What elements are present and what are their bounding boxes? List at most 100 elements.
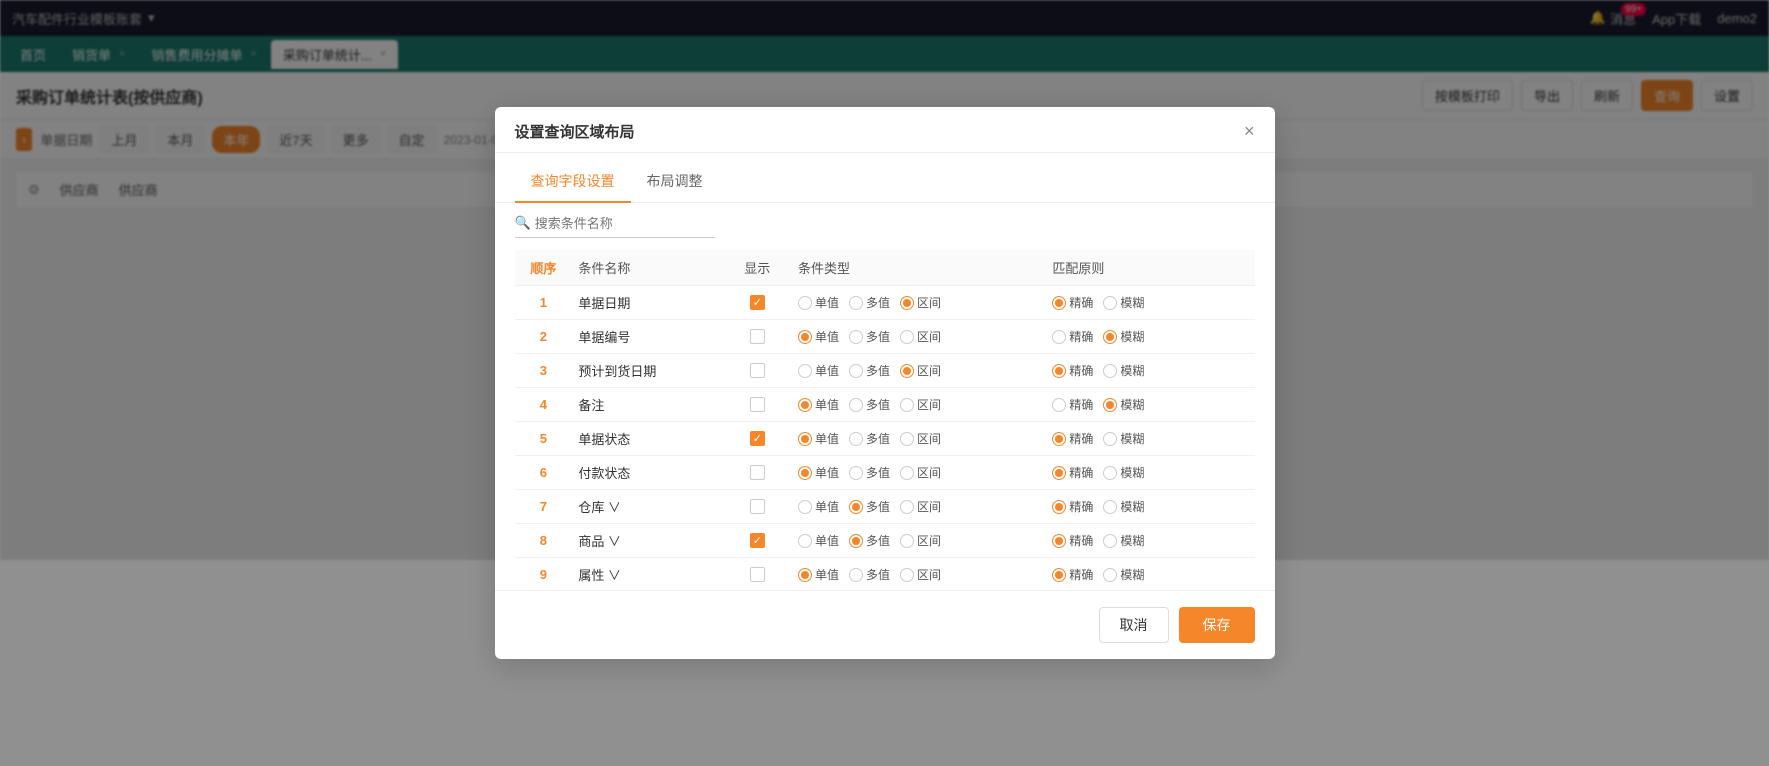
- type-radio-type_multi[interactable]: 多值: [849, 396, 890, 413]
- row-match[interactable]: 精确模糊: [1046, 490, 1254, 524]
- th-order: 顺序: [515, 250, 573, 286]
- row-name: 商品 ∨: [572, 524, 722, 558]
- show-checkbox[interactable]: [750, 397, 765, 412]
- row-order: 3: [515, 354, 573, 388]
- match-radio-match_fuzzy[interactable]: 模糊: [1103, 294, 1144, 311]
- match-radio-match_fuzzy[interactable]: 模糊: [1103, 362, 1144, 379]
- show-checkbox[interactable]: [750, 329, 765, 344]
- row-name: 属性 ∨: [572, 558, 722, 591]
- type-radio-type_range[interactable]: 区间: [900, 362, 941, 379]
- row-show[interactable]: [723, 524, 792, 558]
- cancel-button[interactable]: 取消: [1099, 607, 1169, 643]
- match-radio-match_exact[interactable]: 精确: [1052, 498, 1093, 515]
- row-match[interactable]: 精确模糊: [1046, 422, 1254, 456]
- type-radio-type_range[interactable]: 区间: [900, 532, 941, 549]
- type-radio-type_range[interactable]: 区间: [900, 294, 941, 311]
- row-show[interactable]: [723, 320, 792, 354]
- match-radio-match_fuzzy[interactable]: 模糊: [1103, 396, 1144, 413]
- modal-tab-fields[interactable]: 查询字段设置: [515, 165, 631, 203]
- match-radio-match_exact[interactable]: 精确: [1052, 566, 1093, 583]
- row-match[interactable]: 精确模糊: [1046, 320, 1254, 354]
- type-radio-type_multi[interactable]: 多值: [849, 328, 890, 345]
- show-checkbox[interactable]: [750, 567, 765, 582]
- type-radio-type_multi[interactable]: 多值: [849, 430, 890, 447]
- show-checkbox[interactable]: [750, 295, 765, 310]
- modal-tab-layout[interactable]: 布局调整: [631, 165, 719, 203]
- row-match[interactable]: 精确模糊: [1046, 286, 1254, 320]
- match-radio-match_exact[interactable]: 精确: [1052, 532, 1093, 549]
- type-radio-type_single[interactable]: 单值: [798, 362, 839, 379]
- th-show: 显示: [723, 250, 792, 286]
- type-radio-type_range[interactable]: 区间: [900, 430, 941, 447]
- row-show[interactable]: [723, 286, 792, 320]
- type-radio-type_single[interactable]: 单值: [798, 328, 839, 345]
- search-icon: 🔍: [515, 215, 531, 231]
- type-radio-type_single[interactable]: 单值: [798, 498, 839, 515]
- type-radio-type_multi[interactable]: 多值: [849, 532, 890, 549]
- row-type[interactable]: 单值多值区间: [792, 558, 1046, 591]
- row-type[interactable]: 单值多值区间: [792, 456, 1046, 490]
- match-radio-match_fuzzy[interactable]: 模糊: [1103, 464, 1144, 481]
- type-radio-type_single[interactable]: 单值: [798, 430, 839, 447]
- show-checkbox[interactable]: [750, 363, 765, 378]
- row-type[interactable]: 单值多值区间: [792, 354, 1046, 388]
- show-checkbox[interactable]: [750, 533, 765, 548]
- match-radio-match_exact[interactable]: 精确: [1052, 328, 1093, 345]
- row-type[interactable]: 单值多值区间: [792, 388, 1046, 422]
- type-radio-type_single[interactable]: 单值: [798, 294, 839, 311]
- type-radio-type_single[interactable]: 单值: [798, 566, 839, 583]
- row-match[interactable]: 精确模糊: [1046, 524, 1254, 558]
- match-radio-match_fuzzy[interactable]: 模糊: [1103, 532, 1144, 549]
- row-name: 单据状态: [572, 422, 722, 456]
- row-type[interactable]: 单值多值区间: [792, 320, 1046, 354]
- type-radio-type_single[interactable]: 单值: [798, 464, 839, 481]
- type-radio-type_range[interactable]: 区间: [900, 498, 941, 515]
- row-show[interactable]: [723, 422, 792, 456]
- table-row: 5单据状态单值多值区间精确模糊: [515, 422, 1255, 456]
- row-type[interactable]: 单值多值区间: [792, 286, 1046, 320]
- type-radio-type_multi[interactable]: 多值: [849, 464, 890, 481]
- match-radio-match_fuzzy[interactable]: 模糊: [1103, 566, 1144, 583]
- row-show[interactable]: [723, 558, 792, 591]
- row-show[interactable]: [723, 388, 792, 422]
- show-checkbox[interactable]: [750, 465, 765, 480]
- type-radio-type_range[interactable]: 区间: [900, 396, 941, 413]
- row-match[interactable]: 精确模糊: [1046, 558, 1254, 591]
- modal-close-btn[interactable]: ×: [1244, 121, 1255, 142]
- type-radio-type_range[interactable]: 区间: [900, 464, 941, 481]
- type-radio-type_multi[interactable]: 多值: [849, 294, 890, 311]
- row-match[interactable]: 精确模糊: [1046, 456, 1254, 490]
- search-input[interactable]: [535, 216, 695, 231]
- save-button[interactable]: 保存: [1179, 607, 1255, 643]
- row-show[interactable]: [723, 456, 792, 490]
- type-radio-type_range[interactable]: 区间: [900, 566, 941, 583]
- type-radio-type_multi[interactable]: 多值: [849, 498, 890, 515]
- match-radio-match_exact[interactable]: 精确: [1052, 464, 1093, 481]
- type-radio-type_multi[interactable]: 多值: [849, 566, 890, 583]
- row-name: 仓库 ∨: [572, 490, 722, 524]
- match-radio-match_exact[interactable]: 精确: [1052, 294, 1093, 311]
- table-row: 6付款状态单值多值区间精确模糊: [515, 456, 1255, 490]
- row-show[interactable]: [723, 354, 792, 388]
- row-match[interactable]: 精确模糊: [1046, 354, 1254, 388]
- match-radio-match_fuzzy[interactable]: 模糊: [1103, 430, 1144, 447]
- type-radio-type_multi[interactable]: 多值: [849, 362, 890, 379]
- row-type[interactable]: 单值多值区间: [792, 524, 1046, 558]
- row-match[interactable]: 精确模糊: [1046, 388, 1254, 422]
- match-radio-match_exact[interactable]: 精确: [1052, 362, 1093, 379]
- table-row: 2单据编号单值多值区间精确模糊: [515, 320, 1255, 354]
- show-checkbox[interactable]: [750, 431, 765, 446]
- type-radio-type_single[interactable]: 单值: [798, 396, 839, 413]
- match-radio-match_exact[interactable]: 精确: [1052, 430, 1093, 447]
- search-box: 🔍: [515, 215, 715, 238]
- type-radio-type_single[interactable]: 单值: [798, 532, 839, 549]
- show-checkbox[interactable]: [750, 499, 765, 514]
- row-type[interactable]: 单值多值区间: [792, 422, 1046, 456]
- row-type[interactable]: 单值多值区间: [792, 490, 1046, 524]
- match-radio-match_fuzzy[interactable]: 模糊: [1103, 328, 1144, 345]
- row-show[interactable]: [723, 490, 792, 524]
- match-radio-match_exact[interactable]: 精确: [1052, 396, 1093, 413]
- row-order: 7: [515, 490, 573, 524]
- match-radio-match_fuzzy[interactable]: 模糊: [1103, 498, 1144, 515]
- type-radio-type_range[interactable]: 区间: [900, 328, 941, 345]
